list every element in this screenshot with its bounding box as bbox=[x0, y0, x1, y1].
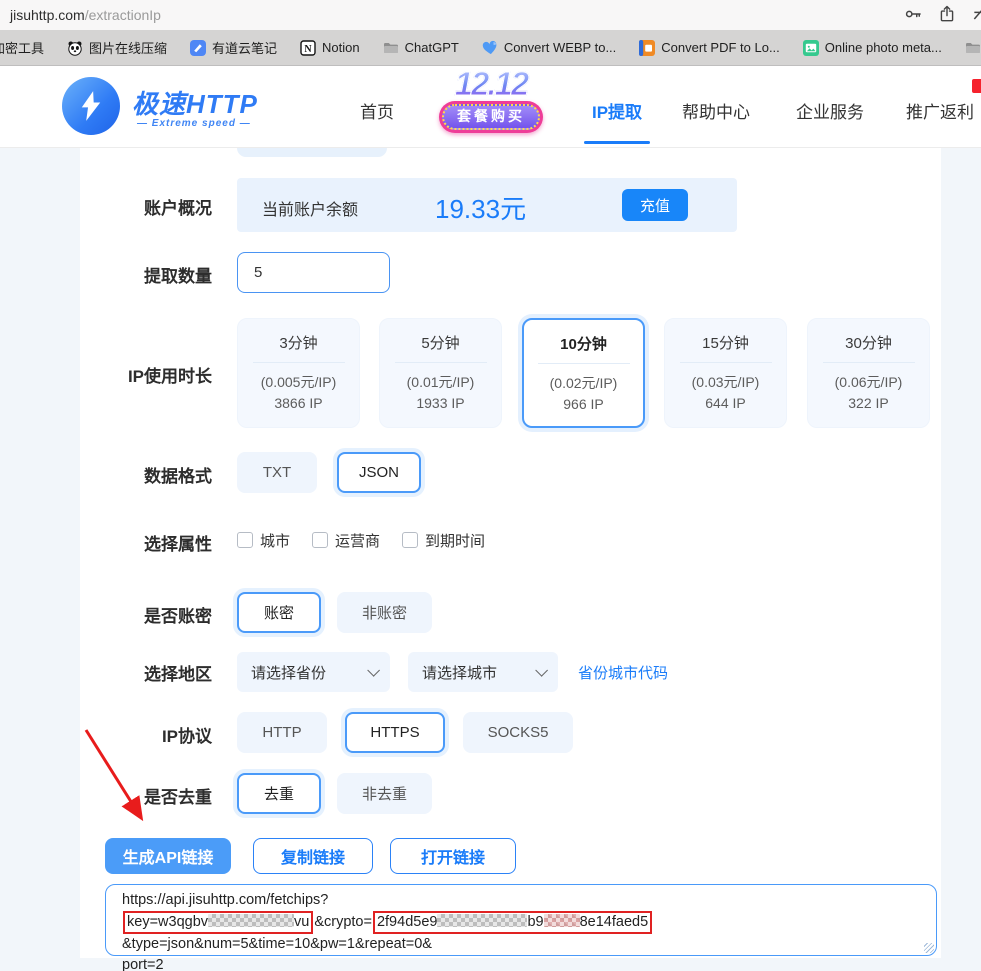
balance-box: 当前账户余额 19.33元 充值 bbox=[237, 178, 737, 232]
balance-value: 19.33元 bbox=[435, 194, 527, 224]
panda-icon bbox=[67, 40, 83, 56]
logo-title[interactable]: 极速HTTP bbox=[132, 84, 258, 121]
api-url-textarea[interactable]: https://api.jisuhttp.com/fetchips? key=w… bbox=[105, 884, 937, 971]
bookmark-folder-chatgpt[interactable]: ChatGPT bbox=[383, 40, 459, 56]
cutoff-element bbox=[237, 148, 387, 157]
pdf-converter-icon bbox=[639, 39, 656, 56]
bookmark-notion[interactable]: N Notion bbox=[300, 39, 360, 56]
dedupe-label: 是否去重 bbox=[144, 788, 212, 807]
redaction-box-crypto: 2f94d5e9 b9 8e14faed5 bbox=[372, 911, 653, 934]
open-link-button[interactable]: 打开链接 bbox=[390, 838, 516, 874]
province-city-code-link[interactable]: 省份城市代码 bbox=[578, 662, 668, 683]
promo-banner[interactable]: 12.12 套餐购买 bbox=[436, 67, 546, 144]
address-bar[interactable]: jisuhttp.com/extractionIp bbox=[10, 7, 161, 23]
protocol-option-http[interactable]: HTTP bbox=[237, 712, 327, 753]
format-label: 数据格式 bbox=[144, 467, 212, 486]
bookmark-photo-meta[interactable]: Online photo meta... bbox=[802, 39, 942, 56]
checkbox-city[interactable]: 城市 bbox=[237, 530, 290, 551]
nav-ip-extract[interactable]: IP提取 bbox=[592, 98, 642, 123]
redaction-box-key: key=w3qgbv vu bbox=[123, 911, 314, 934]
duration-label: IP使用时长 bbox=[127, 367, 212, 386]
duration-option-30min[interactable]: 30分钟 (0.06元/IP) 322 IP bbox=[807, 318, 930, 428]
folder-icon bbox=[383, 40, 399, 56]
checkbox-icon bbox=[312, 532, 329, 548]
account-overview-label: 账户概况 bbox=[144, 199, 212, 218]
url-path: /extractionIp bbox=[84, 7, 161, 23]
logo-icon[interactable] bbox=[62, 77, 120, 135]
chevron-down-icon bbox=[535, 663, 548, 677]
auth-option-credential-selected[interactable]: 账密 bbox=[237, 592, 321, 633]
api-url-line3: port=2 bbox=[122, 957, 164, 971]
attributes-label: 选择属性 bbox=[144, 535, 212, 554]
site-header: 极速HTTP — Extreme speed — 首页 12.12 套餐购买 I… bbox=[0, 66, 981, 148]
bookmark-encrypt-tool[interactable]: 加密工具 bbox=[0, 38, 44, 57]
bookmark-tinypng[interactable]: 图片在线压缩 bbox=[67, 38, 167, 57]
bookmark-folder-relakkes[interactable]: Relakkes bbox=[965, 40, 981, 56]
resize-handle-icon[interactable] bbox=[924, 943, 934, 953]
nav-active-underline bbox=[584, 141, 650, 144]
svg-text:N: N bbox=[304, 43, 312, 54]
duration-option-3min[interactable]: 3分钟 (0.005元/IP) 3866 IP bbox=[237, 318, 360, 428]
protocol-option-https-selected[interactable]: HTTPS bbox=[345, 712, 445, 753]
api-url-line1: https://api.jisuhttp.com/fetchips? bbox=[122, 892, 329, 908]
nav-notification-badge bbox=[972, 79, 981, 93]
password-key-icon[interactable] bbox=[903, 4, 923, 24]
notion-icon: N bbox=[300, 39, 316, 56]
region-label: 选择地区 bbox=[144, 665, 212, 684]
generate-api-link-button[interactable]: 生成API链接 bbox=[105, 838, 231, 874]
promo-pill: 套餐购买 bbox=[439, 101, 543, 133]
nav-referral[interactable]: 推广返利 bbox=[906, 98, 974, 123]
api-url-line2: key=w3qgbv vu &crypto= 2f94d5e9 b9 8e14faed5&… bbox=[122, 911, 920, 955]
checkbox-icon bbox=[402, 532, 419, 548]
nav-home[interactable]: 首页 bbox=[360, 98, 394, 123]
nav-enterprise[interactable]: 企业服务 bbox=[796, 98, 864, 123]
folder-icon bbox=[965, 40, 981, 56]
dedupe-option-yes-selected[interactable]: 去重 bbox=[237, 773, 321, 814]
bookmark-youdao-note[interactable]: 有道云笔记 bbox=[190, 38, 277, 57]
redacted-key-segment bbox=[208, 914, 295, 927]
promo-text: 套餐购买 bbox=[442, 104, 540, 130]
quantity-input[interactable] bbox=[237, 252, 390, 293]
bookmarks-bar: 加密工具 图片在线压缩 有道云笔记 N Notion ChatGPT Conve… bbox=[0, 30, 981, 66]
auth-option-no-credential[interactable]: 非账密 bbox=[337, 592, 432, 633]
bookmark-convert-webp[interactable]: Convert WEBP to... bbox=[482, 40, 616, 56]
logo-subtitle: — Extreme speed — bbox=[137, 118, 251, 129]
city-select[interactable]: 请选择城市 bbox=[408, 652, 558, 692]
duration-option-5min[interactable]: 5分钟 (0.01元/IP) 1933 IP bbox=[379, 318, 502, 428]
chevron-down-icon bbox=[367, 663, 380, 677]
recharge-button[interactable]: 充值 bbox=[622, 189, 688, 221]
checkbox-expiry[interactable]: 到期时间 bbox=[402, 530, 485, 551]
format-option-json-selected[interactable]: JSON bbox=[337, 452, 421, 493]
duration-option-15min[interactable]: 15分钟 (0.03元/IP) 644 IP bbox=[664, 318, 787, 428]
quantity-label: 提取数量 bbox=[144, 267, 212, 286]
province-select[interactable]: 请选择省份 bbox=[237, 652, 390, 692]
attributes-group: 城市 运营商 到期时间 bbox=[237, 528, 485, 552]
share-icon[interactable] bbox=[937, 4, 957, 24]
format-option-txt[interactable]: TXT bbox=[237, 452, 317, 493]
partial-toolbar-icon[interactable] bbox=[971, 4, 981, 24]
balance-label: 当前账户余额 bbox=[262, 202, 359, 219]
auth-label: 是否账密 bbox=[144, 607, 212, 626]
duration-option-10min-selected[interactable]: 10分钟 (0.02元/IP) 966 IP bbox=[522, 318, 645, 428]
nav-help-center[interactable]: 帮助中心 bbox=[682, 98, 750, 123]
browser-window: jisuhttp.com/extractionIp 加密工具 图片在线压缩 有道… bbox=[0, 0, 981, 971]
blue-heart-icon bbox=[482, 40, 498, 56]
protocol-option-socks5[interactable]: SOCKS5 bbox=[463, 712, 573, 753]
checkbox-icon bbox=[237, 532, 253, 548]
url-domain: jisuhttp.com bbox=[10, 7, 85, 23]
browser-titlebar: jisuhttp.com/extractionIp bbox=[0, 0, 981, 30]
youdao-note-icon bbox=[190, 39, 207, 56]
promo-date: 12.12 bbox=[436, 67, 546, 101]
dedupe-option-no[interactable]: 非去重 bbox=[337, 773, 432, 814]
redacted-crypto-segment-2 bbox=[543, 914, 580, 927]
copy-link-button[interactable]: 复制链接 bbox=[253, 838, 373, 874]
protocol-label: IP协议 bbox=[161, 727, 212, 746]
photo-meta-icon bbox=[802, 39, 819, 56]
checkbox-isp[interactable]: 运营商 bbox=[312, 530, 380, 551]
bookmark-convert-pdf[interactable]: Convert PDF to Lo... bbox=[639, 39, 780, 56]
redacted-crypto-segment bbox=[437, 914, 528, 927]
